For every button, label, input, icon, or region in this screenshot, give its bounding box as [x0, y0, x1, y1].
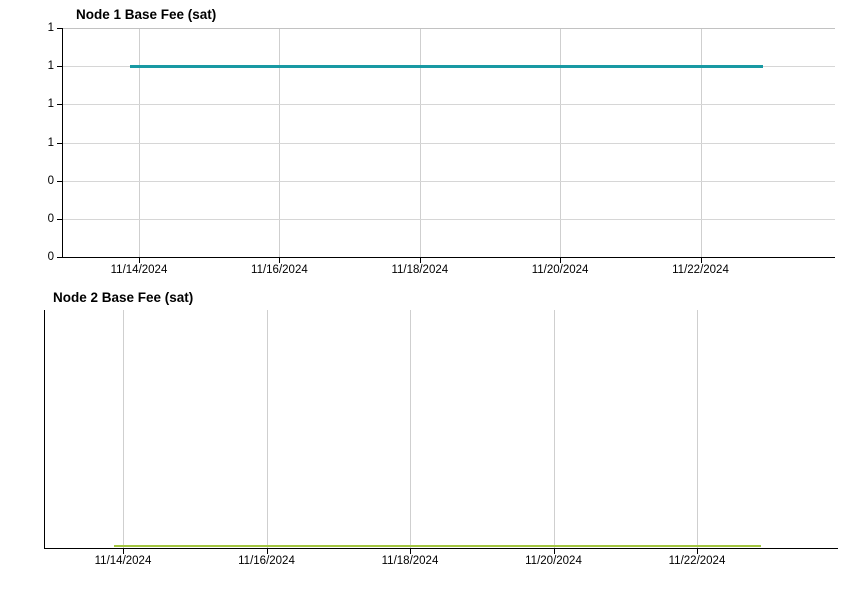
horizontal-gridline — [62, 218, 835, 220]
y-axis-line — [44, 310, 45, 549]
y-axis-line — [62, 28, 63, 258]
y-tick-label: 1 — [47, 60, 54, 73]
horizontal-gridline — [62, 28, 835, 29]
y-tick-label: 1 — [47, 22, 54, 34]
series-line — [114, 544, 762, 547]
y-tick-label: 1 — [47, 98, 54, 111]
vertical-gridline — [553, 310, 555, 548]
base-fee-charts-panel: Node 1 Base Fee (sat) 1 1 1 1 0 0 0 11/14/2024 1… — [0, 0, 860, 600]
x-tick-label: 11/14/2024 — [94, 555, 152, 567]
series-line — [130, 64, 764, 68]
x-axis-line — [62, 257, 835, 258]
x-tick-label: 11/22/2024 — [672, 264, 729, 276]
chart-title-node1: Node 1 Base Fee (sat) — [76, 7, 217, 22]
x-tick-label: 11/20/2024 — [525, 555, 582, 567]
vertical-gridline — [266, 310, 268, 548]
horizontal-gridline — [62, 142, 835, 144]
vertical-gridline — [410, 310, 411, 548]
y-tick-label: 0 — [47, 212, 54, 225]
vertical-gridline — [697, 310, 698, 548]
x-tick-label: 11/14/2024 — [110, 264, 168, 276]
y-axis-tick — [57, 28, 62, 29]
x-tick-label: 11/18/2024 — [391, 264, 449, 276]
y-axis-tick — [57, 66, 62, 68]
x-tick-label: 11/16/2024 — [238, 555, 295, 567]
y-tick-label: 0 — [47, 251, 54, 263]
y-axis-tick — [57, 142, 62, 144]
x-tick-label: 11/20/2024 — [531, 264, 589, 276]
y-tick-label: 0 — [47, 174, 54, 187]
x-tick-label: 11/16/2024 — [251, 264, 308, 276]
y-axis-tick — [57, 180, 62, 182]
x-tick-label: 11/22/2024 — [668, 555, 726, 567]
x-axis-line — [44, 548, 838, 549]
y-axis-tick — [57, 257, 62, 258]
y-tick-label: 1 — [47, 136, 54, 149]
chart-title-node2: Node 2 Base Fee (sat) — [53, 290, 194, 305]
horizontal-gridline — [62, 104, 835, 106]
y-axis-tick — [57, 218, 62, 220]
vertical-gridline — [123, 310, 124, 548]
horizontal-gridline — [62, 180, 835, 182]
y-axis-tick — [57, 104, 62, 106]
x-tick-label: 11/18/2024 — [381, 555, 439, 567]
